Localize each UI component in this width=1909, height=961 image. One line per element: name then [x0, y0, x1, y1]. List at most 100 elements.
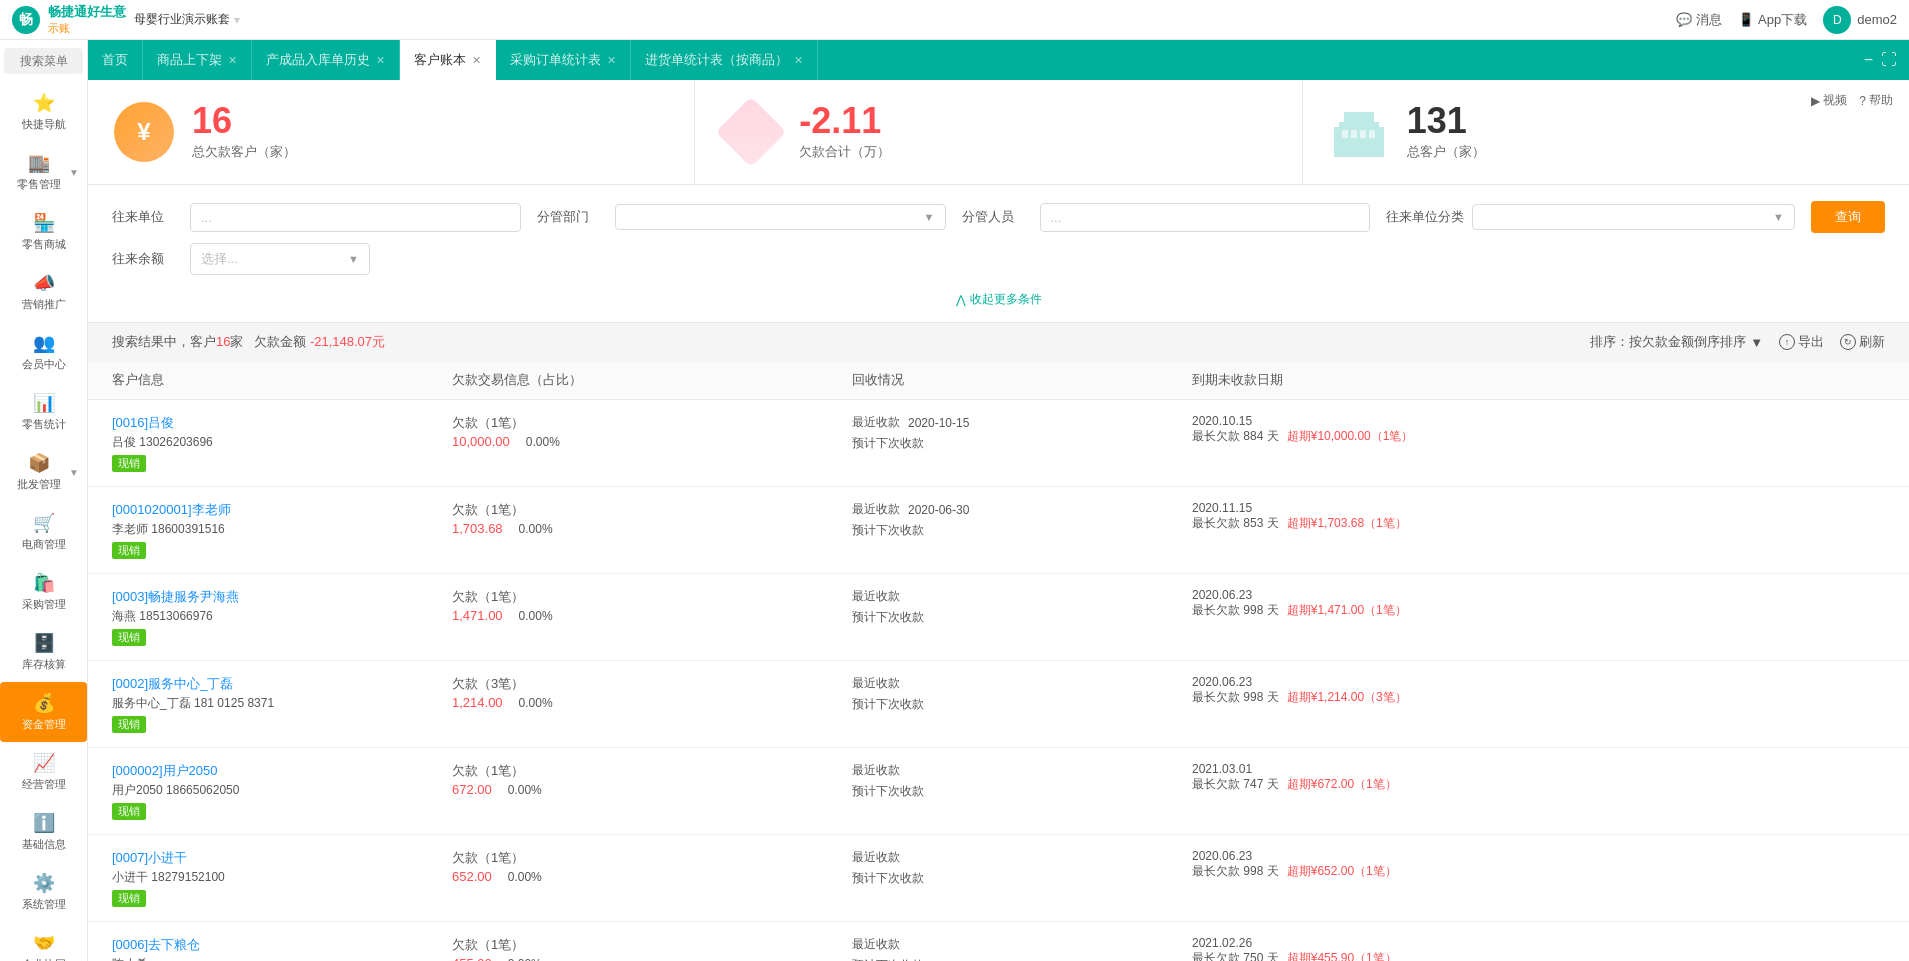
debt-customers-value: 16	[192, 103, 296, 139]
tab-purchase[interactable]: 采购订单统计表 ✕	[496, 40, 631, 80]
sidebar-item-ecommerce[interactable]: 🛒 电商管理	[0, 502, 87, 562]
tab-customer[interactable]: 客户账本 ✕	[400, 40, 496, 80]
data-table: 客户信息 欠款交易信息（占比） 回收情况 到期未收款日期 [0016]吕俊 吕俊…	[88, 361, 1909, 961]
table-row: [0002]服务中心_丁磊 服务中心_丁磊 181 0125 8371 现销 欠…	[88, 661, 1909, 748]
overdue-link-7[interactable]: 超期¥455.90（1笔）	[1287, 950, 1397, 961]
filter-staff: 分管人员 ...	[962, 203, 1371, 232]
result-actions: 排序：按欠款金额倒序排序 ▼ ↑ 导出 ↻ 刷新	[1590, 333, 1885, 351]
table-row: [0003]畅捷服务尹海燕 海燕 18513066976 现销 欠款（1笔） 1…	[88, 574, 1909, 661]
customer-name-4[interactable]: [0002]服务中心_丁磊	[112, 676, 233, 691]
overdue-link-6[interactable]: 超期¥652.00（1笔）	[1287, 863, 1397, 880]
customer-name-7[interactable]: [0006]去下粮仓	[112, 937, 200, 952]
content-area: 首页 商品上下架 ✕ 产成品入库单历史 ✕ 客户账本 ✕ 采购订单统计表 ✕	[88, 40, 1909, 961]
category-select-arrow: ▼	[1773, 211, 1784, 223]
staff-input[interactable]: ...	[1040, 203, 1371, 232]
message-btn[interactable]: 💬 消息	[1676, 11, 1722, 29]
video-btn[interactable]: ▶ 视频	[1811, 92, 1847, 109]
dept-select[interactable]: ▼	[615, 204, 946, 230]
search-button[interactable]: 查询	[1811, 201, 1885, 233]
sidebar-item-member[interactable]: 👥 会员中心	[0, 322, 87, 382]
customer-name-2[interactable]: [0001020001]李老师	[112, 502, 231, 517]
sidebar-item-retail-stats[interactable]: 📊 零售统计	[0, 382, 87, 442]
customer-name-1[interactable]: [0016]吕俊	[112, 415, 174, 430]
svg-rect-3	[1344, 112, 1374, 124]
filter-category: 往来单位分类 ▼	[1386, 204, 1795, 230]
main-content: ¥ 16 总欠款客户（家）	[88, 80, 1909, 961]
sidebar-item-finance[interactable]: 💰 资金管理	[0, 682, 87, 742]
sidebar-item-batch-mgmt[interactable]: 📦 批发管理 ▼	[0, 442, 87, 502]
sort-btn[interactable]: 排序：按欠款金额倒序排序 ▼	[1590, 333, 1763, 351]
table-row: [0001020001]李老师 李老师 18600391516 现销 欠款（1笔…	[88, 487, 1909, 574]
header-due-date: 到期未收款日期	[1192, 371, 1885, 389]
export-btn[interactable]: ↑ 导出	[1779, 333, 1824, 351]
tab-close-production[interactable]: ✕	[376, 54, 385, 67]
svg-rect-4	[1342, 130, 1348, 138]
sidebar-item-marketing[interactable]: 📣 营销推广	[0, 262, 87, 322]
user-menu[interactable]: D demo2	[1823, 6, 1897, 34]
sidebar-item-retail-mgmt[interactable]: 🏬 零售管理 ▼	[0, 142, 87, 202]
sidebar-item-basic-info[interactable]: ℹ️ 基础信息	[0, 802, 87, 862]
help-btn[interactable]: ? 帮助	[1859, 92, 1893, 109]
sidebar-item-inventory[interactable]: 🗄️ 库存核算	[0, 622, 87, 682]
debt-amount-label: 欠款合计（万）	[799, 143, 890, 161]
overdue-link-2[interactable]: 超期¥1,703.68（1笔）	[1287, 515, 1407, 532]
main-layout: ⭐ 快捷导航 🏬 零售管理 ▼ 🏪 零售商城 📣 营销推广 👥 会员中心	[0, 40, 1909, 961]
dept-select-arrow: ▼	[924, 211, 935, 223]
svg-rect-5	[1351, 130, 1357, 138]
category-select[interactable]: ▼	[1472, 204, 1795, 230]
tab-collapse-btn[interactable]: −	[1864, 51, 1873, 69]
customer-name-5[interactable]: [000002]用户2050	[112, 763, 218, 778]
customer-name-6[interactable]: [0007]小进干	[112, 850, 187, 865]
filter-row-2: 往来余额 选择... ▼	[112, 243, 1885, 275]
sidebar-item-enterprise[interactable]: 🤝 企业协同	[0, 922, 87, 961]
yuan-icon: ¥	[114, 102, 174, 162]
tab-expand-btn[interactable]: ⛶	[1881, 51, 1897, 69]
debt-amount-value: -2.11	[799, 103, 890, 139]
balance-select[interactable]: 选择... ▼	[190, 243, 370, 275]
app-download-btn[interactable]: 📱 App下载	[1738, 11, 1807, 29]
tab-home[interactable]: 首页	[88, 40, 143, 80]
tab-close-products[interactable]: ✕	[228, 54, 237, 67]
tab-close-customer[interactable]: ✕	[472, 54, 481, 67]
header-customer-info: 客户信息	[112, 371, 452, 389]
filter-balance: 往来余额 选择... ▼	[112, 243, 1885, 275]
table-row: [0016]吕俊 吕俊 13026203696 现销 欠款（1笔） 10,000…	[88, 400, 1909, 487]
filter-supplier: 往来单位 ...	[112, 203, 521, 232]
header-collection: 回收情况	[852, 371, 1192, 389]
overdue-link-3[interactable]: 超期¥1,471.00（1笔）	[1287, 602, 1407, 619]
sidebar-item-quick-nav[interactable]: ⭐ 快捷导航	[0, 82, 87, 142]
building-icon	[1329, 102, 1389, 162]
tab-close-inbound[interactable]: ✕	[794, 54, 803, 67]
balance-select-arrow: ▼	[348, 253, 359, 265]
logo-area: 畅 畅捷通好生意 示账	[12, 3, 126, 36]
filter-row-1: 往来单位 ... 分管部门 ▼	[112, 201, 1885, 233]
header-debt-info: 欠款交易信息（占比）	[452, 371, 852, 389]
tab-inbound[interactable]: 进货单统计表（按商品） ✕	[631, 40, 818, 80]
sidebar-item-retail-mall[interactable]: 🏪 零售商城	[0, 202, 87, 262]
tab-production[interactable]: 产成品入库单历史 ✕	[252, 40, 400, 80]
svg-rect-7	[1369, 130, 1375, 138]
result-summary: 搜索结果中，客户16家 欠款金额 -21,148.07元 排序：按欠款金额倒序排…	[88, 323, 1909, 361]
overdue-link-1[interactable]: 超期¥10,000.00（1笔）	[1287, 428, 1414, 445]
sidebar-item-purchase[interactable]: 🛍️ 采购管理	[0, 562, 87, 622]
customer-name-3[interactable]: [0003]畅捷服务尹海燕	[112, 589, 239, 604]
subtitle-link[interactable]: 示账	[48, 21, 126, 36]
tab-products[interactable]: 商品上下架 ✕	[143, 40, 252, 80]
table-row: [0007]小进干 小进干 18279152100 现销 欠款（1笔） 652.…	[88, 835, 1909, 922]
table-row: [000002]用户2050 用户2050 18665062050 现销 欠款（…	[88, 748, 1909, 835]
sidebar-item-operations[interactable]: 📈 经营管理	[0, 742, 87, 802]
sidebar-item-system[interactable]: ⚙️ 系统管理	[0, 862, 87, 922]
refresh-btn[interactable]: ↻ 刷新	[1840, 333, 1885, 351]
logo-text: 畅捷通好生意	[48, 3, 126, 21]
total-customers-label: 总客户（家）	[1407, 143, 1485, 161]
debt-customers-label: 总欠款客户（家）	[192, 143, 296, 161]
stat-card-debt-customers: ¥ 16 总欠款客户（家）	[88, 80, 695, 184]
stats-row: ¥ 16 总欠款客户（家）	[88, 80, 1909, 185]
tab-close-purchase[interactable]: ✕	[607, 54, 616, 67]
overdue-link-5[interactable]: 超期¥672.00（1笔）	[1287, 776, 1397, 793]
filter-collapse-btn[interactable]: ⋀ 收起更多条件	[112, 285, 1885, 314]
user-avatar: D	[1823, 6, 1851, 34]
supplier-input[interactable]: ...	[190, 203, 521, 232]
overdue-link-4[interactable]: 超期¥1,214.00（3笔）	[1287, 689, 1407, 706]
sidebar-search-input[interactable]	[4, 48, 83, 74]
